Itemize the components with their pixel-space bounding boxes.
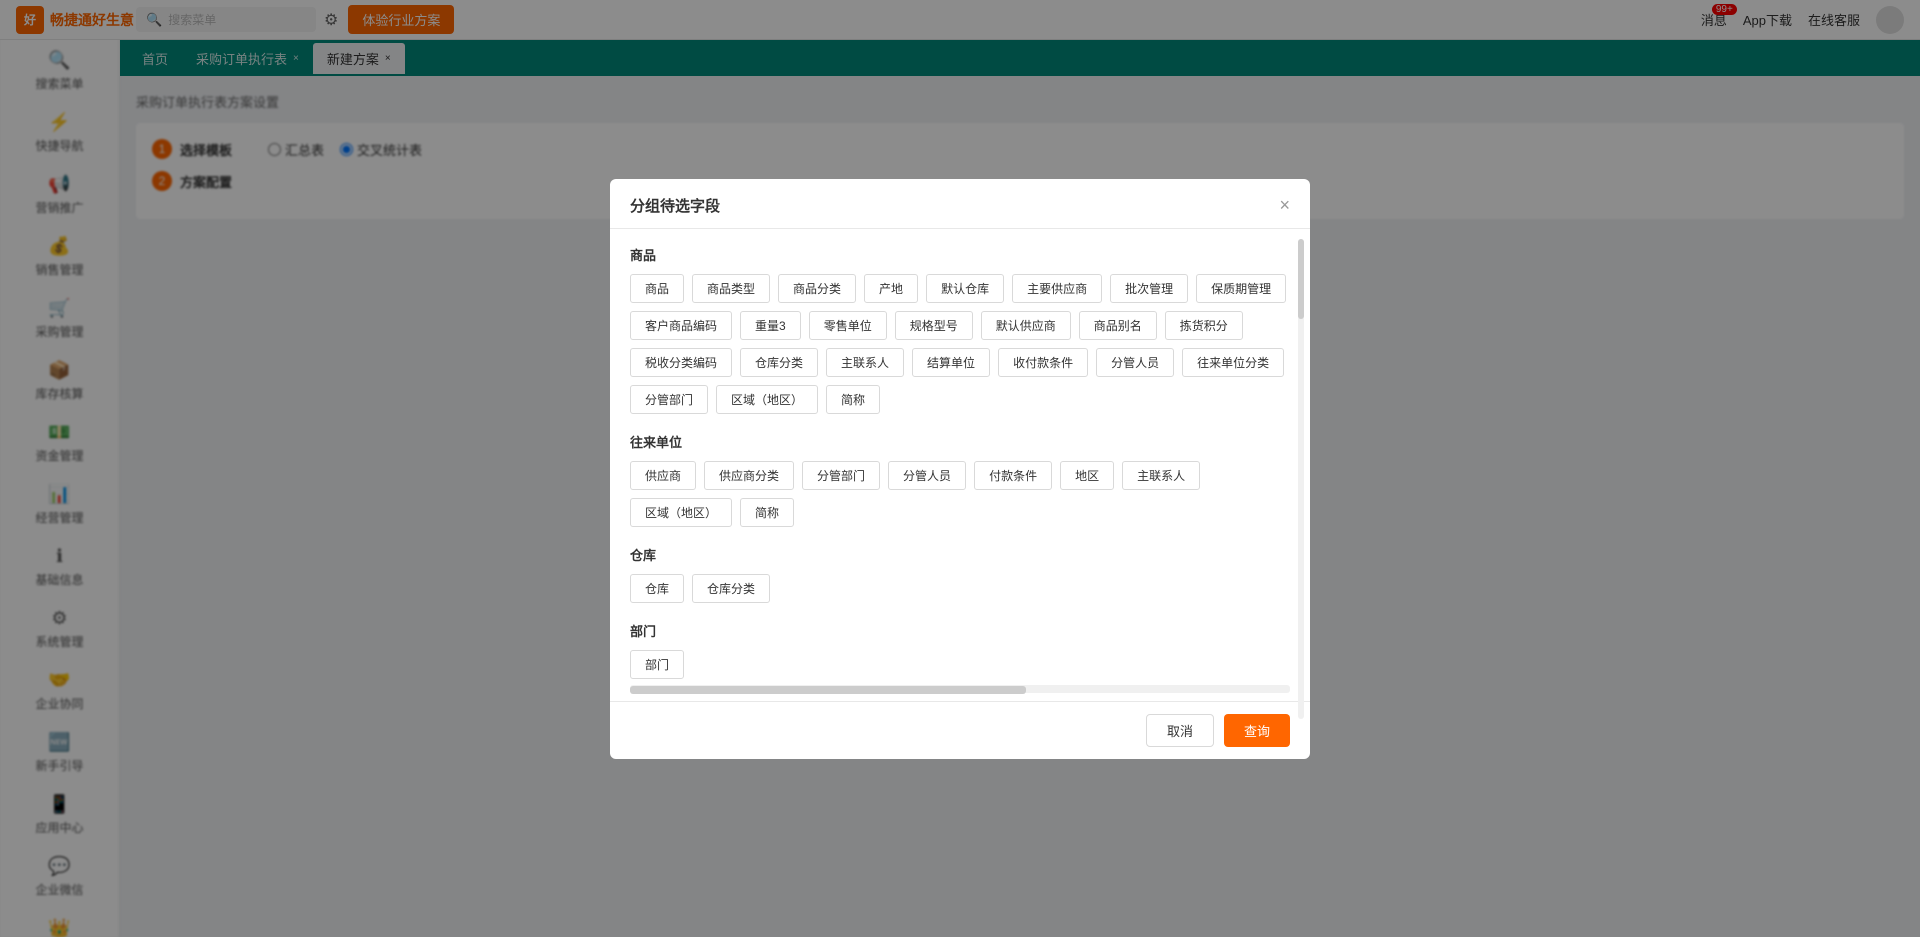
- partner-fields: 供应商 供应商分类 分管部门 分管人员 付款条件 地区 主联系人 区域（地区） …: [630, 461, 1290, 527]
- modal-vertical-scrollbar[interactable]: [1298, 239, 1304, 719]
- field-tag-customer-code[interactable]: 客户商品编码: [630, 311, 732, 340]
- field-tag-abbr[interactable]: 简称: [826, 385, 880, 414]
- field-tag-default-supplier[interactable]: 默认供应商: [981, 311, 1071, 340]
- modal-title: 分组待选字段: [630, 195, 720, 216]
- field-tag-goods[interactable]: 商品: [630, 274, 684, 303]
- confirm-button[interactable]: 查询: [1224, 714, 1290, 747]
- warehouse-fields: 仓库 仓库分类: [630, 574, 1290, 603]
- field-tag-payment-cond[interactable]: 付款条件: [974, 461, 1052, 490]
- field-tag-spec[interactable]: 规格型号: [895, 311, 973, 340]
- modal-header: 分组待选字段 ×: [610, 179, 1310, 229]
- field-tag-goods-category[interactable]: 商品分类: [778, 274, 856, 303]
- field-tag-warehouse-category[interactable]: 仓库分类: [740, 348, 818, 377]
- field-tag-partner-supervisor[interactable]: 分管人员: [888, 461, 966, 490]
- field-tag-supplier[interactable]: 供应商: [630, 461, 696, 490]
- field-tag-supervisor[interactable]: 分管人员: [1096, 348, 1174, 377]
- field-tag-weight[interactable]: 重量3: [740, 311, 801, 340]
- field-tag-pick-points[interactable]: 拣货积分: [1165, 311, 1243, 340]
- modal-close-button[interactable]: ×: [1279, 195, 1290, 216]
- field-tag-department[interactable]: 部门: [630, 650, 684, 679]
- field-tag-partner-category[interactable]: 往来单位分类: [1182, 348, 1284, 377]
- section-partner: 往来单位 供应商 供应商分类 分管部门 分管人员 付款条件 地区 主联系人 区域…: [630, 432, 1290, 527]
- field-tag-partner-contact[interactable]: 主联系人: [1122, 461, 1200, 490]
- modal-horizontal-scrollbar[interactable]: [630, 685, 1290, 692]
- modal-body: 商品 商品 商品类型 商品分类 产地 默认仓库 主要供应商 批次管理 保质期管理…: [610, 229, 1310, 686]
- section-warehouse-title: 仓库: [630, 545, 1290, 564]
- modal-vscroll-thumb: [1298, 239, 1304, 319]
- dept-fields: 部门: [630, 650, 1290, 679]
- field-tag-warehouse[interactable]: 仓库: [630, 574, 684, 603]
- section-partner-title: 往来单位: [630, 432, 1290, 451]
- field-tag-alias[interactable]: 商品别名: [1079, 311, 1157, 340]
- field-tag-retail-unit[interactable]: 零售单位: [809, 311, 887, 340]
- section-goods: 商品 商品 商品类型 商品分类 产地 默认仓库 主要供应商 批次管理 保质期管理…: [630, 245, 1290, 414]
- field-select-modal: 分组待选字段 × 商品 商品 商品类型 商品分类 产地 默认仓库 主要供应商 批…: [610, 179, 1310, 759]
- field-tag-main-contact[interactable]: 主联系人: [826, 348, 904, 377]
- field-tag-settlement-unit[interactable]: 结算单位: [912, 348, 990, 377]
- field-tag-batch-mgmt[interactable]: 批次管理: [1110, 274, 1188, 303]
- modal-footer: 取消 查询: [610, 701, 1310, 759]
- section-goods-title: 商品: [630, 245, 1290, 264]
- modal-hscroll-thumb: [630, 686, 1026, 694]
- cancel-button[interactable]: 取消: [1146, 714, 1214, 747]
- field-tag-dept[interactable]: 分管部门: [630, 385, 708, 414]
- field-tag-tax-code[interactable]: 税收分类编码: [630, 348, 732, 377]
- field-tag-origin[interactable]: 产地: [864, 274, 918, 303]
- modal-overlay: 分组待选字段 × 商品 商品 商品类型 商品分类 产地 默认仓库 主要供应商 批…: [0, 0, 1920, 937]
- section-dept: 部门 部门: [630, 621, 1290, 679]
- field-tag-partner-abbr[interactable]: 简称: [740, 498, 794, 527]
- section-warehouse: 仓库 仓库 仓库分类: [630, 545, 1290, 603]
- field-tag-warehouse-cat[interactable]: 仓库分类: [692, 574, 770, 603]
- section-dept-title: 部门: [630, 621, 1290, 640]
- field-tag-goods-type[interactable]: 商品类型: [692, 274, 770, 303]
- field-tag-area[interactable]: 地区: [1060, 461, 1114, 490]
- field-tag-default-warehouse[interactable]: 默认仓库: [926, 274, 1004, 303]
- field-tag-partner-dept[interactable]: 分管部门: [802, 461, 880, 490]
- field-tag-partner-region[interactable]: 区域（地区）: [630, 498, 732, 527]
- goods-fields: 商品 商品类型 商品分类 产地 默认仓库 主要供应商 批次管理 保质期管理 客户…: [630, 274, 1290, 414]
- field-tag-main-supplier[interactable]: 主要供应商: [1012, 274, 1102, 303]
- field-tag-region[interactable]: 区域（地区）: [716, 385, 818, 414]
- field-tag-supplier-category[interactable]: 供应商分类: [704, 461, 794, 490]
- field-tag-payment-terms[interactable]: 收付款条件: [998, 348, 1088, 377]
- field-tag-shelf-life[interactable]: 保质期管理: [1196, 274, 1286, 303]
